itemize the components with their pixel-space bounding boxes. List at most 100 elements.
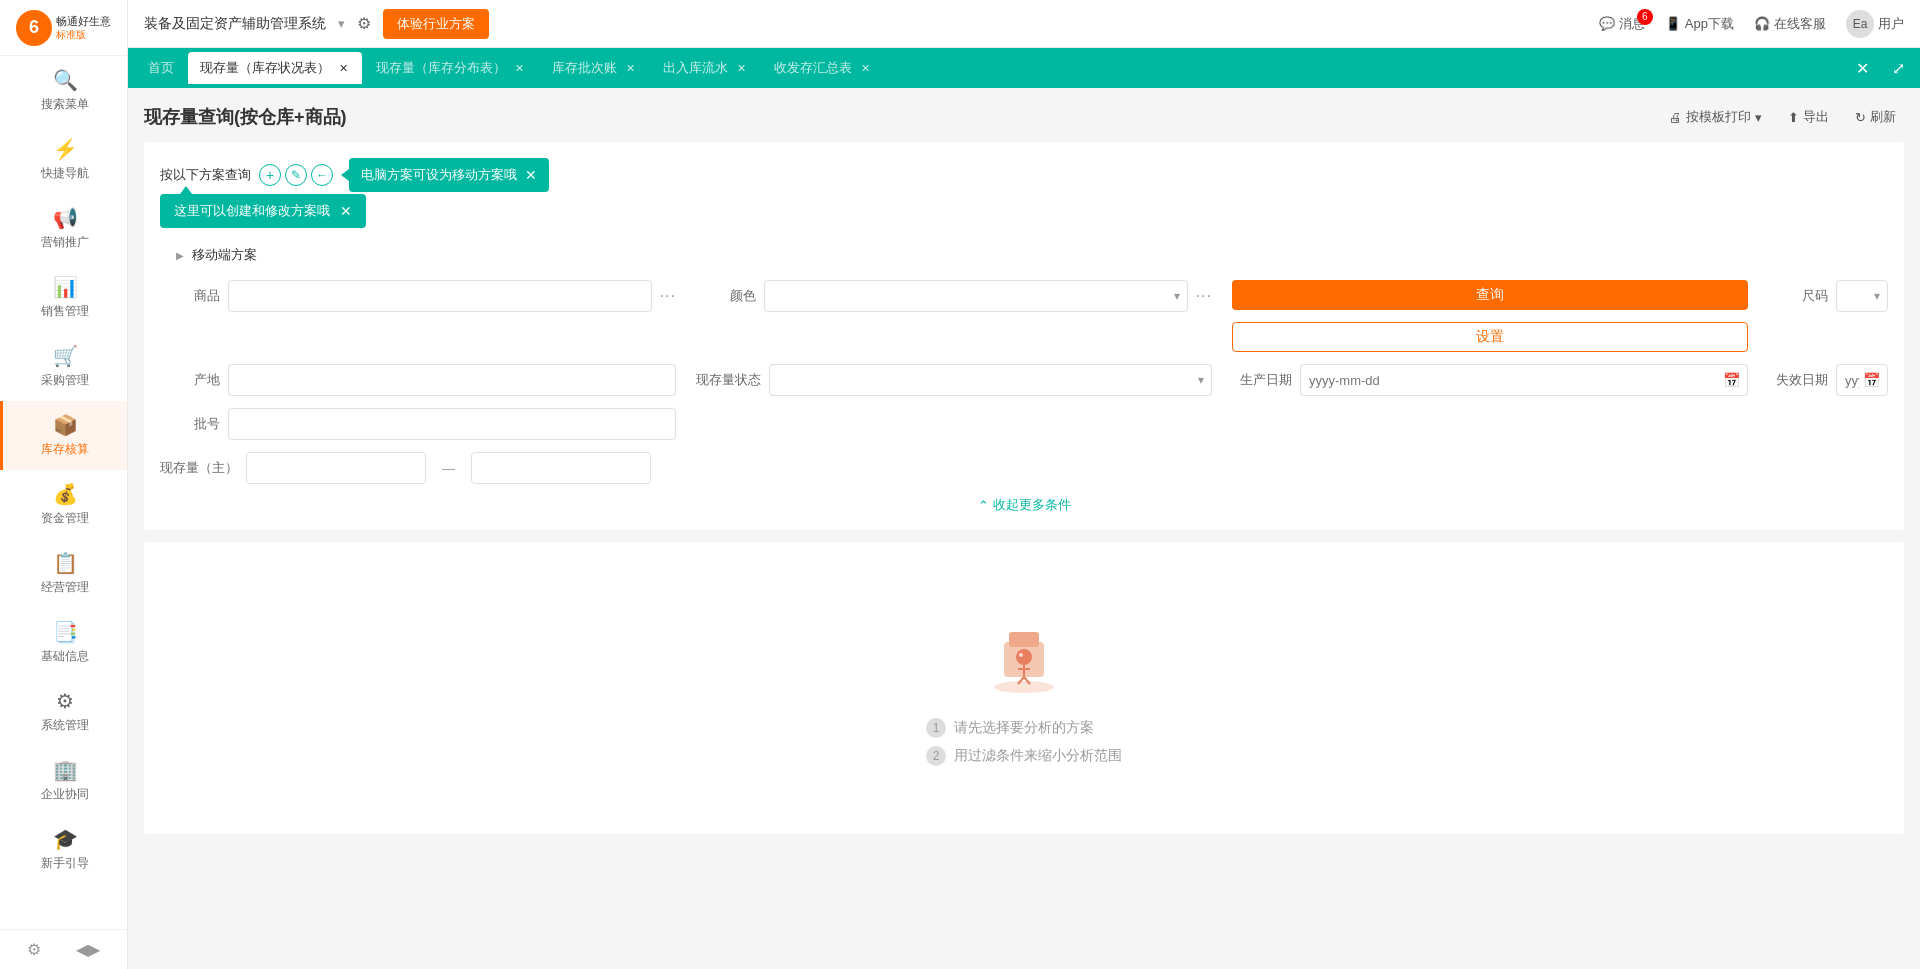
- input-prod-date[interactable]: [1300, 364, 1748, 396]
- calendar-expiry-icon[interactable]: 📅: [1863, 372, 1880, 388]
- tab-receive-send[interactable]: 收发存汇总表 ✕: [762, 52, 884, 84]
- tab-close-batch-ledger[interactable]: ✕: [623, 61, 637, 75]
- search-btn-area: 查询 设置: [1232, 280, 1748, 352]
- prev-scheme-btn[interactable]: ←: [311, 164, 333, 186]
- refresh-icon: ↻: [1855, 110, 1866, 125]
- online-support-btn[interactable]: 🎧 在线客服: [1754, 15, 1826, 33]
- filter-row-color: 颜色 ▾ ···: [696, 280, 1212, 312]
- sidebar-item-inventory[interactable]: 📦 库存核算: [0, 401, 127, 470]
- settings-btn[interactable]: ⚙: [27, 940, 41, 959]
- label-batch: 批号: [160, 415, 220, 433]
- filter-row-origin: 产地: [160, 364, 676, 396]
- tab-inventory-dist[interactable]: 现存量（库存分布表） ✕: [364, 52, 538, 84]
- scheme-list: ▶ 电脑端方案 ▶ 移动端方案: [160, 204, 1888, 272]
- tab-home[interactable]: 首页: [136, 52, 186, 84]
- filter-grid: 商品 ··· 颜色 ▾ ··· 查询 设置: [160, 280, 1888, 484]
- tabs-controls: ✕ ⤢: [1848, 54, 1912, 82]
- refresh-btn[interactable]: ↻ 刷新: [1847, 104, 1904, 130]
- purchase-icon: 🛒: [53, 344, 78, 368]
- tab-bar: 首页 现存量（库存状况表） ✕ 现存量（库存分布表） ✕ 库存批次账 ✕ 出入库…: [128, 48, 1920, 88]
- tooltip-text: 电脑方案可设为移动方案哦: [361, 166, 517, 184]
- header-settings-icon[interactable]: ⚙: [357, 14, 371, 33]
- tab-close-inout-flow[interactable]: ✕: [734, 61, 748, 75]
- input-batch[interactable]: [228, 408, 676, 440]
- select-inventory-status[interactable]: [769, 364, 1212, 396]
- scheme-item-mobile[interactable]: ▶ 移动端方案: [160, 238, 1888, 272]
- select-color[interactable]: [764, 280, 1188, 312]
- sidebar-item-search[interactable]: 🔍 搜索菜单: [0, 56, 127, 125]
- sidebar-item-sales[interactable]: 📊 销售管理: [0, 263, 127, 332]
- empty-illustration: [974, 602, 1074, 702]
- filter-panel: 按以下方案查询 + ✎ ← 电脑方案可设为移动方案哦 ✕ ▶: [144, 142, 1904, 530]
- collapse-arrow-icon: ⌃: [978, 498, 989, 513]
- sidebar-item-quick[interactable]: ⚡ 快捷导航: [0, 125, 127, 194]
- tab-batch-ledger[interactable]: 库存批次账 ✕: [540, 52, 649, 84]
- filter-row-inventory-status: 现存量状态 ▾: [696, 364, 1212, 396]
- avatar: Ea: [1846, 10, 1874, 38]
- filter-row-inventory-qty: 现存量（主） —: [160, 452, 1212, 484]
- collapse-btn[interactable]: ⌃ 收起更多条件: [160, 496, 1888, 514]
- phone-icon: 📱: [1665, 16, 1681, 31]
- scheme-item-desktop[interactable]: ▶ 电脑端方案: [160, 204, 1888, 238]
- trial-btn[interactable]: 体验行业方案: [383, 9, 489, 39]
- sidebar-item-guide[interactable]: 🎓 新手引导: [0, 815, 127, 884]
- system-chevron-icon[interactable]: ▾: [338, 16, 345, 31]
- collapse-sidebar-btn[interactable]: ◀▶: [76, 940, 100, 959]
- tab-close-receive-send[interactable]: ✕: [858, 61, 872, 75]
- tab-inout-flow[interactable]: 出入库流水 ✕: [651, 52, 760, 84]
- search-btn[interactable]: 查询: [1232, 280, 1748, 310]
- edit-tooltip-close[interactable]: ✕: [340, 203, 352, 219]
- user-profile-btn[interactable]: Ea 用户: [1846, 10, 1904, 38]
- sidebar-item-operation[interactable]: 📋 经营管理: [0, 539, 127, 608]
- reset-btn[interactable]: 设置: [1232, 322, 1748, 352]
- print-chevron-icon: ▾: [1755, 110, 1762, 125]
- tab-close-inventory-status[interactable]: ✕: [336, 61, 350, 75]
- label-size: 尺码: [1768, 287, 1828, 305]
- tab-close-inventory-dist[interactable]: ✕: [512, 61, 526, 75]
- tab-inventory-status[interactable]: 现存量（库存状况表） ✕: [188, 52, 362, 84]
- calendar-prod-icon[interactable]: 📅: [1723, 372, 1740, 388]
- color-more-icon[interactable]: ···: [1196, 287, 1212, 305]
- page-title: 现存量查询(按仓库+商品): [144, 105, 347, 129]
- select-size[interactable]: [1836, 280, 1888, 312]
- sidebar-item-enterprise[interactable]: 🏢 企业协同: [0, 746, 127, 815]
- print-btn[interactable]: 🖨 按模板打印 ▾: [1661, 104, 1770, 130]
- sidebar-item-finance[interactable]: 💰 资金管理: [0, 470, 127, 539]
- filter-row-expiry-date: 失效日期 📅: [1768, 364, 1888, 396]
- header: 装备及固定资产辅助管理系统 ▾ ⚙ 体验行业方案 💬 消息 6 📱 App下载 …: [128, 0, 1920, 48]
- input-origin[interactable]: [228, 364, 676, 396]
- finance-icon: 💰: [53, 482, 78, 506]
- input-inventory-qty-from[interactable]: [246, 452, 426, 484]
- label-inventory-status: 现存量状态: [696, 371, 761, 389]
- input-inventory-qty-to[interactable]: [471, 452, 651, 484]
- expand-btn[interactable]: ⤢: [1884, 54, 1912, 82]
- add-scheme-btn[interactable]: +: [259, 164, 281, 186]
- sidebar-item-basic[interactable]: 📑 基础信息: [0, 608, 127, 677]
- edit-scheme-btn[interactable]: ✎: [285, 164, 307, 186]
- search-icon: 🔍: [53, 68, 78, 92]
- input-expiry-date[interactable]: [1836, 364, 1888, 396]
- date-expiry-wrap: 📅: [1836, 364, 1888, 396]
- guide-icon: 🎓: [53, 827, 78, 851]
- page-actions: 🖨 按模板打印 ▾ ⬆ 导出 ↻ 刷新: [1661, 104, 1904, 130]
- range-separator: —: [442, 461, 455, 476]
- filter-row-goods: 商品 ···: [160, 280, 676, 312]
- header-left: 装备及固定资产辅助管理系统 ▾ ⚙ 体验行业方案: [144, 9, 489, 39]
- sidebar-item-system[interactable]: ⚙ 系统管理: [0, 677, 127, 746]
- scheme-tooltip-close[interactable]: ✕: [525, 168, 537, 182]
- export-btn[interactable]: ⬆ 导出: [1780, 104, 1837, 130]
- sidebar-bottom: ⚙ ◀▶: [0, 929, 127, 969]
- date-prod-wrap: 📅: [1300, 364, 1748, 396]
- message-btn[interactable]: 💬 消息 6: [1599, 15, 1645, 33]
- input-goods[interactable]: [228, 280, 652, 312]
- filter-row-size: 尺码 ▾: [1768, 280, 1888, 312]
- sidebar-item-purchase[interactable]: 🛒 采购管理: [0, 332, 127, 401]
- app-download-btn[interactable]: 📱 App下载: [1665, 15, 1734, 33]
- sidebar-item-marketing[interactable]: 📢 营销推广: [0, 194, 127, 263]
- close-tab-btn[interactable]: ✕: [1848, 54, 1876, 82]
- marketing-icon: 📢: [53, 206, 78, 230]
- scheme-area: ▶ 电脑端方案 ▶ 移动端方案 这里可以创建和修改方案哦 ✕: [160, 204, 1888, 272]
- label-inventory-qty: 现存量（主）: [160, 459, 238, 477]
- goods-more-icon[interactable]: ···: [660, 287, 676, 305]
- page-header: 现存量查询(按仓库+商品) 🖨 按模板打印 ▾ ⬆ 导出 ↻ 刷新: [144, 104, 1904, 130]
